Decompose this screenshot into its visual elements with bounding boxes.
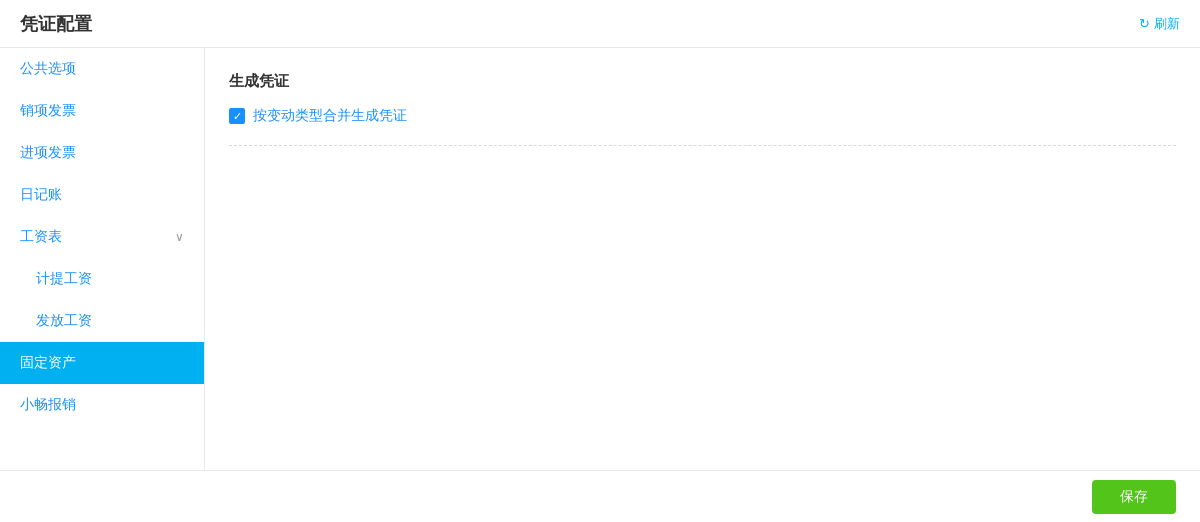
page-wrapper: 凭证配置 ↻ 刷新 公共选项销项发票进项发票日记账工资表 ∨ 计提工资发放工资固定资… — [0, 0, 1200, 522]
save-button[interactable]: 保存 — [1092, 480, 1176, 514]
sidebar-item-label: 计提工资 — [36, 270, 92, 286]
sidebar-item-label: 发放工资 — [36, 312, 92, 328]
sidebar-item-label: 公共选项 — [20, 60, 76, 76]
sidebar: 公共选项销项发票进项发票日记账工资表 ∨ 计提工资发放工资固定资产小畅报销 — [0, 48, 205, 470]
refresh-icon: ↻ — [1139, 16, 1150, 31]
sidebar-item-purchase-invoice[interactable]: 进项发票 — [0, 132, 204, 174]
content-area: 公共选项销项发票进项发票日记账工资表 ∨ 计提工资发放工资固定资产小畅报销 生成凭证… — [0, 48, 1200, 470]
main-content: 生成凭证 ✓ 按变动类型合并生成凭证 — [205, 48, 1200, 470]
sidebar-item-public-options[interactable]: 公共选项 — [0, 48, 204, 90]
section-divider — [229, 145, 1176, 146]
sidebar-item-sales-invoice[interactable]: 销项发票 — [0, 90, 204, 132]
chevron-down-icon: ∨ — [175, 230, 184, 244]
sidebar-item-fixed-assets[interactable]: 固定资产 — [0, 342, 204, 384]
sidebar-item-label: 固定资产 — [20, 354, 76, 370]
sidebar-item-label: 小畅报销 — [20, 396, 76, 412]
sidebar-item-pay-salary[interactable]: 发放工资 — [0, 300, 204, 342]
check-mark-icon: ✓ — [233, 111, 242, 122]
refresh-label: 刷新 — [1154, 15, 1180, 33]
footer-bar: 保存 — [0, 470, 1200, 522]
sidebar-item-expense-report[interactable]: 小畅报销 — [0, 384, 204, 426]
header: 凭证配置 ↻ 刷新 — [0, 0, 1200, 48]
sidebar-item-label: 进项发票 — [20, 144, 76, 160]
sidebar-item-payroll[interactable]: 工资表 ∨ — [0, 216, 204, 258]
section-title: 生成凭证 — [229, 72, 1176, 91]
merge-checkbox[interactable]: ✓ — [229, 108, 245, 124]
refresh-button[interactable]: ↻ 刷新 — [1139, 15, 1180, 33]
sidebar-item-calc-salary[interactable]: 计提工资 — [0, 258, 204, 300]
sidebar-item-journal[interactable]: 日记账 — [0, 174, 204, 216]
sidebar-item-label: 日记账 — [20, 186, 62, 202]
sidebar-item-label: 销项发票 — [20, 102, 76, 118]
page-title: 凭证配置 — [20, 12, 92, 36]
merge-checkbox-label: 按变动类型合并生成凭证 — [253, 107, 407, 125]
merge-checkbox-row[interactable]: ✓ 按变动类型合并生成凭证 — [229, 107, 1176, 125]
sidebar-item-label: 工资表 — [20, 228, 62, 246]
